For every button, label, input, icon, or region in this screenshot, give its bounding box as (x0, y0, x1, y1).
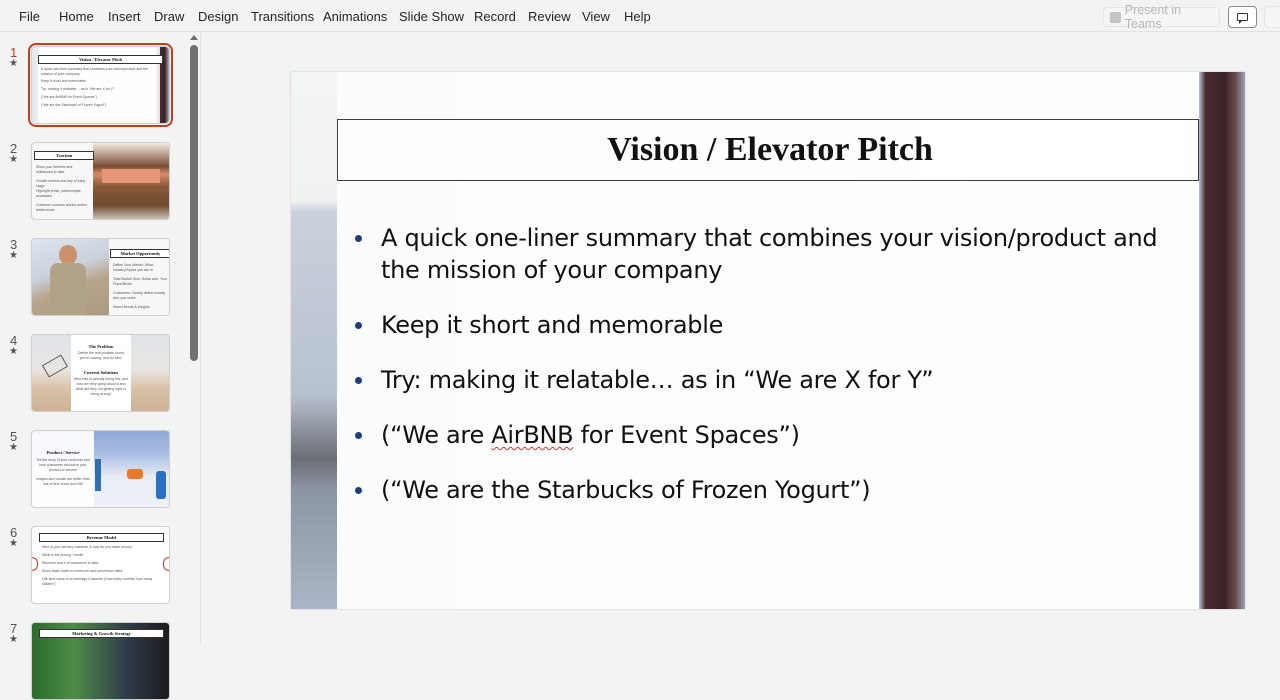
thumb-bullet: A quick one-liner summary that combines … (41, 67, 148, 76)
slide-thumbnail[interactable]: Revenue Model Who is your primary custom… (31, 526, 170, 604)
slide-canvas[interactable]: Vision / Elevator Pitch A quick one-line… (291, 72, 1245, 609)
bullet-text: Try: making it relatable… as in “We are … (381, 366, 934, 394)
thumb-bullet: Define the real problem found you're sol… (77, 351, 125, 360)
comment-icon (1237, 13, 1248, 24)
thumb-title: Market Opportunity (110, 249, 169, 258)
animation-star-icon: ★ (9, 634, 18, 645)
slide-thumbnail-pane: 1 ★ Vision / Elevator Pitch A quick one-… (0, 33, 204, 700)
menu-design[interactable]: Design (198, 9, 238, 24)
thumb-bullet: Define Your Market: What Industry/Space … (113, 263, 153, 272)
slide-thumbnail[interactable]: The Problem Define the real problem foun… (31, 334, 170, 412)
title-placeholder[interactable]: Vision / Elevator Pitch (337, 119, 1199, 181)
thumb-bullet: Who else is already doing this, and how … (73, 377, 129, 396)
animation-star-icon: ★ (9, 154, 18, 165)
menu-record[interactable]: Record (474, 9, 516, 24)
scroll-up-arrow-icon[interactable] (190, 35, 198, 40)
background-image-left (291, 72, 337, 609)
scrollbar-thumb[interactable] (190, 45, 198, 361)
background-image-right (1199, 72, 1245, 609)
thumb-title: Marketing & Growth Strategy (39, 629, 164, 638)
thumb-bullet: Show your timeline and milestones to dat… (36, 165, 73, 174)
thumb-bullet: (“We are the Starbucks of Frozen Yogurt”… (41, 103, 106, 107)
bullet-item[interactable]: Keep it short and memorable (353, 309, 1183, 341)
bullet-text: for Event Spaces”) (573, 421, 800, 449)
thumb-subtitle: Current Solutions (83, 370, 119, 375)
spelling-flagged-word[interactable]: AirBNB (491, 421, 573, 449)
slide-thumbnail[interactable]: Traction Show your timeline and mileston… (31, 142, 170, 220)
menu-help[interactable]: Help (624, 9, 651, 24)
slide-thumbnail[interactable]: Vision / Elevator Pitch A quick one-line… (28, 43, 173, 127)
bullet-item[interactable]: (“We are AirBNB for Event Spaces”) (353, 419, 1183, 451)
thumb-title: Revenue Model (39, 533, 164, 542)
thumb-bullet: Highlight press, partnerships, accolades (36, 189, 82, 198)
slide-thumbnail[interactable]: Marketing & Growth Strategy (31, 622, 170, 700)
animation-star-icon: ★ (9, 538, 18, 549)
ribbon-menubar: File Home Insert Draw Design Transitions… (0, 0, 1280, 32)
thumb-title: Vision / Elevator Pitch (38, 55, 163, 64)
slide-thumbnail[interactable]: Market Opportunity Define Your Market: W… (31, 238, 170, 316)
bullet-text: (“We are the Starbucks of Frozen Yogurt”… (381, 476, 871, 504)
thumbnail-scrollbar[interactable] (187, 33, 201, 645)
bullet-icon (355, 487, 362, 494)
share-button[interactable] (1264, 6, 1280, 28)
thumb-bullet: Tell the story of your customer and how … (36, 458, 90, 472)
thumb-bullet: Growth metrics and key of early stage (36, 179, 86, 188)
thumb-bullet: Who is your primary customer & how do yo… (42, 545, 132, 549)
menu-animations[interactable]: Animations (323, 9, 387, 24)
menu-draw[interactable]: Draw (154, 9, 184, 24)
menu-insert[interactable]: Insert (108, 9, 141, 24)
menu-review[interactable]: Review (528, 9, 571, 24)
menu-home[interactable]: Home (59, 9, 94, 24)
bullet-icon (355, 377, 362, 384)
slide-thumbnail[interactable]: Product / Service Tell the story of your… (31, 430, 170, 508)
thumb-bullet: Images and visuals are better than lots … (36, 477, 90, 486)
slide-title[interactable]: Vision / Elevator Pitch (603, 131, 933, 169)
menu-transitions[interactable]: Transitions (251, 9, 314, 24)
bullet-text: (“We are (381, 421, 492, 449)
animation-star-icon: ★ (9, 58, 18, 69)
bullet-icon (355, 432, 362, 439)
animation-star-icon: ★ (9, 442, 18, 453)
bullet-item[interactable]: (“We are the Starbucks of Frozen Yogurt”… (353, 474, 1183, 506)
thumb-bullet: Customer success stories and/or testimon… (36, 203, 87, 212)
bullet-item[interactable]: Try: making it relatable… as in “We are … (353, 364, 1183, 396)
thumb-bullet: Show basic math on revenues and conversi… (42, 569, 123, 573)
thumb-bullet: (“We are AirBNB for Event Spaces”) (41, 95, 97, 99)
bullet-icon (355, 235, 362, 242)
menu-view[interactable]: View (582, 9, 610, 24)
thumb-title: Traction (34, 151, 94, 160)
bullet-text: A quick one-liner summary that combines … (381, 224, 1158, 284)
present-in-teams-button[interactable]: Present in Teams (1103, 3, 1220, 31)
comments-button[interactable] (1228, 6, 1257, 28)
thumb-bullet: Life-time value of an average Customer (… (42, 577, 153, 586)
thumb-title: Product / Service (46, 450, 80, 455)
bullet-icon (355, 322, 362, 329)
thumb-bullet: Revenue and # of customers to date (42, 561, 99, 565)
menu-slide-show[interactable]: Slide Show (399, 9, 464, 24)
thumb-bullet: Customers: Clearly define exactly who yo… (113, 291, 166, 300)
bullet-text: Keep it short and memorable (381, 311, 724, 339)
bullet-item[interactable]: A quick one-liner summary that combines … (353, 222, 1183, 286)
present-in-teams-label: Present in Teams (1124, 3, 1182, 31)
thumb-bullet: Keep it short and memorable (41, 79, 86, 83)
thumb-bullet: What is the pricing / model (42, 553, 84, 557)
animation-star-icon: ★ (9, 250, 18, 261)
animation-star-icon: ★ (9, 346, 18, 357)
content-placeholder[interactable]: A quick one-liner summary that combines … (353, 222, 1183, 529)
thumb-bullet: Macro trends & insights (113, 305, 150, 309)
menu-file[interactable]: File (19, 9, 40, 24)
thumb-title: The Problem (88, 344, 114, 349)
teams-icon (1110, 11, 1121, 23)
thumb-bullet: Total Market Size: Dollar size, Your Pla… (113, 277, 168, 286)
thumb-bullet: Try: making it relatable… as in “We are … (41, 87, 115, 91)
